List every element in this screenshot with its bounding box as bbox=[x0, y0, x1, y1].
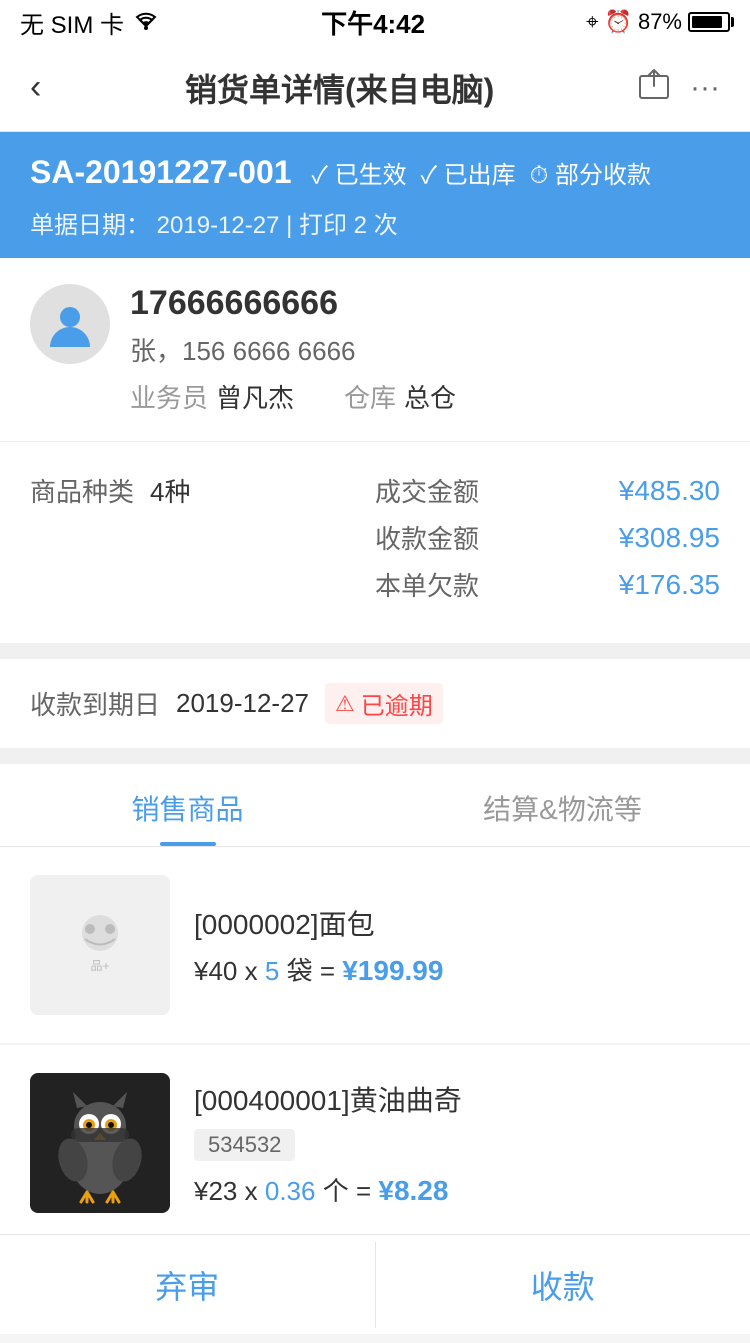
stats-section: 商品种类 4种 成交金额 ¥485.30 收款金额 ¥308.95 本单欠款 ¥… bbox=[0, 442, 750, 659]
stats-right: 成交金额 ¥485.30 收款金额 ¥308.95 本单欠款 ¥176.35 bbox=[375, 472, 720, 613]
nav-bar: ‹ 销货单详情(来自电脑) ··· bbox=[0, 44, 750, 132]
total-1: ¥199.99 bbox=[342, 955, 443, 986]
customer-contact: 张，156 6666 6666 bbox=[130, 331, 720, 368]
tag-partial: ⏱ 部分收款 bbox=[530, 155, 651, 190]
page-title: 销货单详情(来自电脑) bbox=[185, 65, 494, 111]
due-section: 收款到期日 2019-12-27 ⚠ 已逾期 bbox=[0, 659, 750, 764]
amount-owed-value: ¥176.35 bbox=[619, 569, 720, 601]
amount-deal-value: ¥485.30 bbox=[619, 475, 720, 507]
list-item: 品+ [0000002]面包 ¥40 x 5 袋 = ¥199.99 bbox=[0, 847, 750, 1043]
banner-row1: SA-20191227-001 ✓ 已生效 ✓ 已出库 ⏱ 部分收款 bbox=[30, 154, 720, 191]
overdue-badge: ⚠ 已逾期 bbox=[325, 683, 443, 724]
customer-name: 17666666666 bbox=[130, 284, 720, 323]
banner-tags: ✓ 已生效 ✓ 已出库 ⏱ 部分收款 bbox=[312, 155, 652, 190]
share-icon[interactable] bbox=[638, 68, 670, 108]
unit-2: 个 bbox=[323, 1176, 349, 1206]
overdue-icon: ⚠ bbox=[335, 691, 355, 717]
amount-owed: 本单欠款 ¥176.35 bbox=[375, 566, 720, 603]
amount-deal-label: 成交金额 bbox=[375, 472, 479, 509]
amount-owed-label: 本单欠款 bbox=[375, 566, 479, 603]
print-info: | 打印 2 次 bbox=[286, 212, 398, 239]
stats-left: 商品种类 4种 bbox=[30, 472, 375, 613]
due-label: 收款到期日 bbox=[30, 685, 160, 722]
cancel-review-button[interactable]: 弃审 bbox=[0, 1242, 376, 1328]
product-placeholder-icon: 品+ bbox=[30, 875, 170, 1015]
product-batch-2: 534532 bbox=[194, 1129, 295, 1161]
product-type-item: 商品种类 4种 bbox=[30, 472, 375, 509]
product-image-1: 品+ bbox=[30, 875, 170, 1015]
qty-2: 0.36 bbox=[265, 1176, 316, 1206]
amount-deal: 成交金额 ¥485.30 bbox=[375, 472, 720, 509]
svg-text:品+: 品+ bbox=[90, 959, 109, 973]
alarm-icon: ⏰ bbox=[605, 9, 632, 35]
product-info-2: [000400001]黄油曲奇 534532 ¥23 x 0.36 个 = ¥8… bbox=[194, 1079, 720, 1208]
more-icon[interactable]: ··· bbox=[690, 71, 720, 105]
status-right: ⌖ ⏰ 87% bbox=[586, 9, 730, 35]
product-name-1: [0000002]面包 bbox=[194, 903, 720, 943]
multiply-1: x bbox=[245, 956, 265, 986]
product-list: 品+ [0000002]面包 ¥40 x 5 袋 = ¥199.99 bbox=[0, 847, 750, 1241]
equals-2: = bbox=[356, 1176, 378, 1206]
product-info-1: [0000002]面包 ¥40 x 5 袋 = ¥199.99 bbox=[194, 903, 720, 988]
bottom-bar: 弃审 收款 bbox=[0, 1234, 750, 1334]
wifi-icon bbox=[132, 8, 160, 37]
product-type-label: 商品种类 bbox=[30, 472, 134, 509]
warehouse: 仓库 总仓 bbox=[344, 378, 456, 415]
customer-meta: 业务员 曾凡杰 仓库 总仓 bbox=[130, 378, 720, 415]
location-icon: ⌖ bbox=[586, 9, 598, 35]
nav-actions: ··· bbox=[638, 68, 720, 108]
equals-1: = bbox=[320, 956, 342, 986]
overdue-text: 已逾期 bbox=[361, 686, 433, 721]
list-item: [000400001]黄油曲奇 534532 ¥23 x 0.36 个 = ¥8… bbox=[0, 1045, 750, 1241]
status-time: 下午4:42 bbox=[321, 4, 425, 41]
order-id: SA-20191227-001 bbox=[30, 154, 292, 191]
unit-1: 袋 bbox=[287, 956, 313, 986]
amount-collected-label: 收款金额 bbox=[375, 519, 479, 556]
collect-payment-button[interactable]: 收款 bbox=[376, 1242, 750, 1328]
tag-effective: ✓ 已生效 bbox=[312, 155, 407, 190]
multiply-2: x bbox=[245, 1176, 265, 1206]
amount-collected: 收款金额 ¥308.95 bbox=[375, 519, 720, 556]
qty-1: 5 bbox=[265, 956, 279, 986]
product-image-2 bbox=[30, 1073, 170, 1213]
tag-shipped: ✓ 已出库 bbox=[421, 155, 516, 190]
back-button[interactable]: ‹ bbox=[30, 68, 41, 107]
header-banner: SA-20191227-001 ✓ 已生效 ✓ 已出库 ⏱ 部分收款 单据日期：… bbox=[0, 132, 750, 258]
total-2: ¥8.28 bbox=[378, 1175, 448, 1206]
battery-percent: 87% bbox=[638, 9, 682, 35]
amount-collected-value: ¥308.95 bbox=[619, 522, 720, 554]
price-2: ¥23 bbox=[194, 1176, 237, 1206]
battery-icon bbox=[688, 12, 730, 32]
sales-label: 业务员 bbox=[130, 378, 208, 415]
tabs-section: 销售商品 结算&物流等 bbox=[0, 764, 750, 847]
status-bar: 无 SIM 卡 下午4:42 ⌖ ⏰ 87% bbox=[0, 0, 750, 44]
product-name-2: [000400001]黄油曲奇 bbox=[194, 1079, 720, 1119]
status-left: 无 SIM 卡 bbox=[20, 5, 160, 40]
product-price-2: ¥23 x 0.36 个 = ¥8.28 bbox=[194, 1171, 720, 1208]
tab-sales[interactable]: 销售商品 bbox=[0, 764, 375, 846]
carrier-text: 无 SIM 卡 bbox=[20, 5, 124, 40]
product-price-1: ¥40 x 5 袋 = ¥199.99 bbox=[194, 951, 720, 988]
avatar bbox=[30, 284, 110, 364]
customer-section: 17666666666 张，156 6666 6666 业务员 曾凡杰 仓库 总… bbox=[0, 258, 750, 442]
product-type-value: 4种 bbox=[150, 472, 190, 509]
sales-value: 曾凡杰 bbox=[216, 378, 294, 415]
due-date: 2019-12-27 bbox=[176, 688, 309, 719]
customer-info: 17666666666 张，156 6666 6666 业务员 曾凡杰 仓库 总… bbox=[130, 284, 720, 415]
sales-person: 业务员 曾凡杰 bbox=[130, 378, 294, 415]
order-date: 2019-12-27 bbox=[157, 212, 280, 239]
price-1: ¥40 bbox=[194, 956, 237, 986]
tab-settlement[interactable]: 结算&物流等 bbox=[375, 764, 750, 846]
warehouse-label: 仓库 bbox=[344, 378, 396, 415]
date-label: 单据日期： bbox=[30, 212, 150, 239]
banner-date-row: 单据日期： 2019-12-27 | 打印 2 次 bbox=[30, 205, 720, 240]
warehouse-value: 总仓 bbox=[404, 378, 456, 415]
